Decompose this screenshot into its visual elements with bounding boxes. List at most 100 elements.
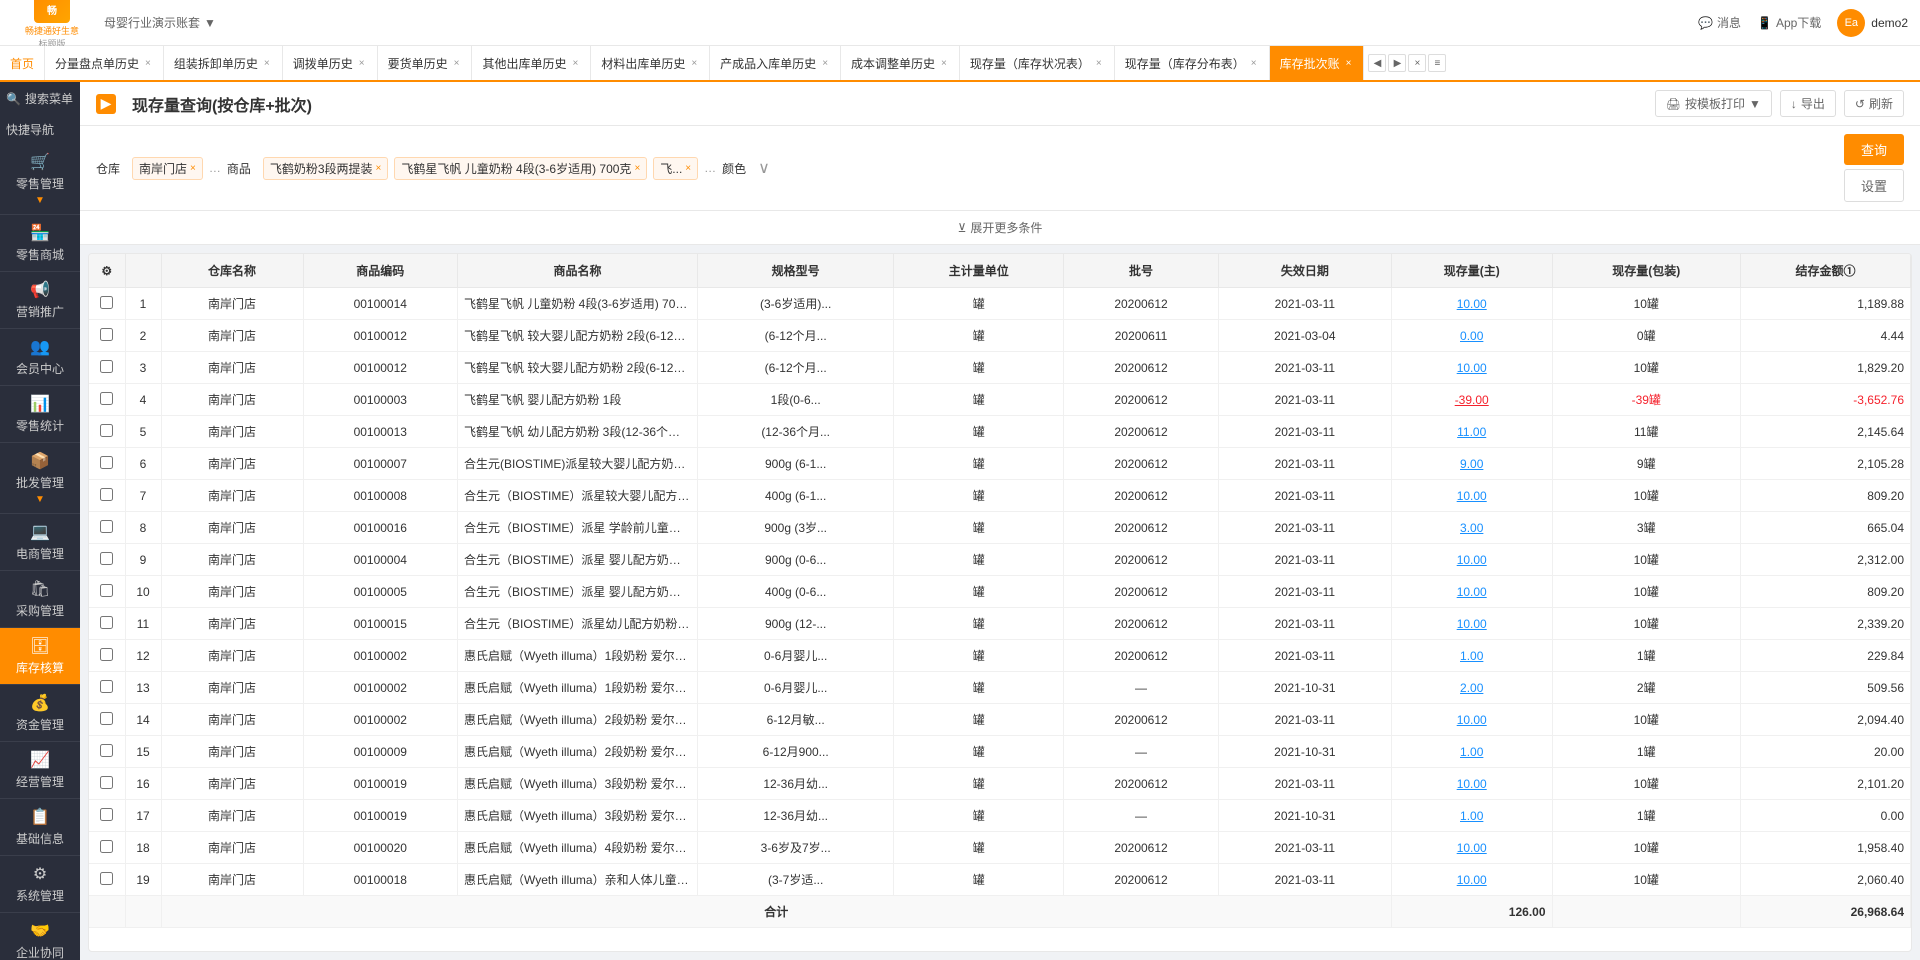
td-stock-main[interactable]: 10.00 — [1391, 864, 1552, 896]
nav-next-btn[interactable]: ▶ — [1388, 54, 1406, 72]
td-checkbox[interactable] — [89, 352, 125, 384]
print-btn[interactable]: 🖨 按模板打印 ▼ — [1655, 90, 1772, 117]
close-xiancunl-dist[interactable]: × — [1249, 58, 1259, 69]
tab-xiancunl-dist[interactable]: 现存量（库存分布表） × — [1115, 46, 1270, 81]
row-checkbox[interactable] — [100, 712, 113, 725]
message-btn[interactable]: 💬 消息 — [1698, 14, 1741, 31]
goods-more[interactable]: … — [704, 161, 716, 175]
sidebar-item-inventory[interactable]: 🗄 库存核算 — [0, 628, 80, 685]
td-stock-main[interactable]: 9.00 — [1391, 448, 1552, 480]
close-chengpin[interactable]: × — [820, 58, 830, 69]
td-stock-main[interactable]: 10.00 — [1391, 544, 1552, 576]
td-checkbox[interactable] — [89, 384, 125, 416]
export-btn[interactable]: ↓ 导出 — [1780, 90, 1836, 117]
sidebar-item-operations[interactable]: 📈 经营管理 — [0, 742, 80, 799]
tab-chengpin[interactable]: 产成品入库单历史 × — [710, 46, 841, 81]
sidebar-item-retail-stats[interactable]: 📊 零售统计 — [0, 386, 80, 443]
close-diaob[interactable]: × — [357, 58, 367, 69]
td-checkbox[interactable] — [89, 480, 125, 512]
td-checkbox[interactable] — [89, 576, 125, 608]
sidebar-item-basic-info[interactable]: 📋 基础信息 — [0, 799, 80, 856]
sidebar-item-purchase[interactable]: 🛍 采购管理 — [0, 571, 80, 628]
th-settings[interactable]: ⚙ — [89, 254, 125, 288]
td-stock-main[interactable]: 1.00 — [1391, 800, 1552, 832]
close-kucun-batch[interactable]: × — [1344, 58, 1354, 69]
goods-tag1-close[interactable]: × — [376, 163, 382, 174]
tab-fenpan[interactable]: 分量盘点单历史 × — [45, 46, 164, 81]
row-checkbox[interactable] — [100, 552, 113, 565]
warehouse-more[interactable]: … — [209, 161, 221, 175]
row-checkbox[interactable] — [100, 296, 113, 309]
td-checkbox[interactable] — [89, 640, 125, 672]
td-stock-main[interactable]: 10.00 — [1391, 704, 1552, 736]
td-stock-main[interactable]: -39.00 — [1391, 384, 1552, 416]
td-checkbox[interactable] — [89, 864, 125, 896]
tab-cailiao[interactable]: 材料出库单历史 × — [591, 46, 710, 81]
td-checkbox[interactable] — [89, 832, 125, 864]
row-checkbox[interactable] — [100, 840, 113, 853]
td-stock-main[interactable]: 10.00 — [1391, 608, 1552, 640]
user-area[interactable]: Ea demo2 — [1837, 9, 1908, 37]
sidebar-item-enterprise[interactable]: 🤝 企业协同 — [0, 913, 80, 960]
goods-tag3-close[interactable]: × — [685, 163, 691, 174]
sidebar-search-btn[interactable]: 🔍 搜索菜单 — [0, 82, 80, 115]
row-checkbox[interactable] — [100, 872, 113, 885]
td-stock-main[interactable]: 10.00 — [1391, 352, 1552, 384]
td-checkbox[interactable] — [89, 320, 125, 352]
row-checkbox[interactable] — [100, 584, 113, 597]
warehouse-tag-close[interactable]: × — [190, 163, 196, 174]
td-stock-main[interactable]: 10.00 — [1391, 768, 1552, 800]
settings-btn[interactable]: 设置 — [1844, 169, 1904, 202]
td-stock-main[interactable]: 1.00 — [1391, 640, 1552, 672]
sidebar-item-retail-mgmt[interactable]: 🛒 零售管理 ▼ — [0, 144, 80, 215]
td-stock-main[interactable]: 2.00 — [1391, 672, 1552, 704]
td-stock-main[interactable]: 10.00 — [1391, 480, 1552, 512]
page-expand-btn[interactable]: ▶ — [96, 94, 116, 114]
td-stock-main[interactable]: 10.00 — [1391, 832, 1552, 864]
tab-xiancunl-status[interactable]: 现存量（库存状况表） × — [960, 46, 1115, 81]
td-checkbox[interactable] — [89, 736, 125, 768]
close-xiancunl-status[interactable]: × — [1094, 58, 1104, 69]
sidebar-item-system[interactable]: ⚙ 系统管理 — [0, 856, 80, 913]
nav-menu-btn[interactable]: ≡ — [1428, 54, 1446, 72]
nav-prev-btn[interactable]: ◀ — [1368, 54, 1386, 72]
nav-close-all-btn[interactable]: × — [1408, 54, 1426, 72]
warehouse-tag[interactable]: 南岸门店 × — [132, 157, 203, 180]
sidebar-item-marketing[interactable]: 📢 营销推广 — [0, 272, 80, 329]
tab-chengbentiao[interactable]: 成本调整单历史 × — [841, 46, 960, 81]
query-btn[interactable]: 查询 — [1844, 134, 1904, 165]
td-stock-main[interactable]: 3.00 — [1391, 512, 1552, 544]
td-checkbox[interactable] — [89, 416, 125, 448]
row-checkbox[interactable] — [100, 360, 113, 373]
app-download-btn[interactable]: 📱 App下载 — [1757, 14, 1821, 31]
row-checkbox[interactable] — [100, 328, 113, 341]
row-checkbox[interactable] — [100, 680, 113, 693]
close-chuku[interactable]: × — [570, 58, 580, 69]
sidebar-item-members[interactable]: 👥 会员中心 — [0, 329, 80, 386]
goods-tag2-close[interactable]: × — [634, 163, 640, 174]
row-checkbox[interactable] — [100, 744, 113, 757]
row-checkbox[interactable] — [100, 488, 113, 501]
goods-tag-1[interactable]: 飞鹤奶粉3段两提装 × — [263, 157, 389, 180]
sidebar-item-finance[interactable]: 💰 资金管理 — [0, 685, 80, 742]
sidebar-item-ecommerce[interactable]: 💻 电商管理 — [0, 514, 80, 571]
close-chengbentiao[interactable]: × — [939, 58, 949, 69]
color-dropdown-arrow[interactable]: ∨ — [758, 158, 770, 178]
tab-home[interactable]: 首页 — [0, 46, 45, 81]
td-stock-main[interactable]: 0.00 — [1391, 320, 1552, 352]
tab-diaob[interactable]: 调拨单历史 × — [283, 46, 378, 81]
goods-tag-3[interactable]: 飞... × — [653, 157, 698, 180]
td-checkbox[interactable] — [89, 672, 125, 704]
td-checkbox[interactable] — [89, 544, 125, 576]
tab-chuku[interactable]: 其他出库单历史 × — [472, 46, 591, 81]
sidebar-item-wholesale[interactable]: 📦 批发管理 ▼ — [0, 443, 80, 514]
sidebar-quick-nav-btn[interactable]: 快捷导航 — [0, 115, 80, 144]
td-checkbox[interactable] — [89, 768, 125, 800]
td-checkbox[interactable] — [89, 800, 125, 832]
td-checkbox[interactable] — [89, 704, 125, 736]
td-checkbox[interactable] — [89, 448, 125, 480]
sidebar-item-retail-store[interactable]: 🏪 零售商城 — [0, 215, 80, 272]
row-checkbox[interactable] — [100, 392, 113, 405]
refresh-btn[interactable]: ↺ 刷新 — [1844, 90, 1904, 117]
close-fenpan[interactable]: × — [143, 58, 153, 69]
